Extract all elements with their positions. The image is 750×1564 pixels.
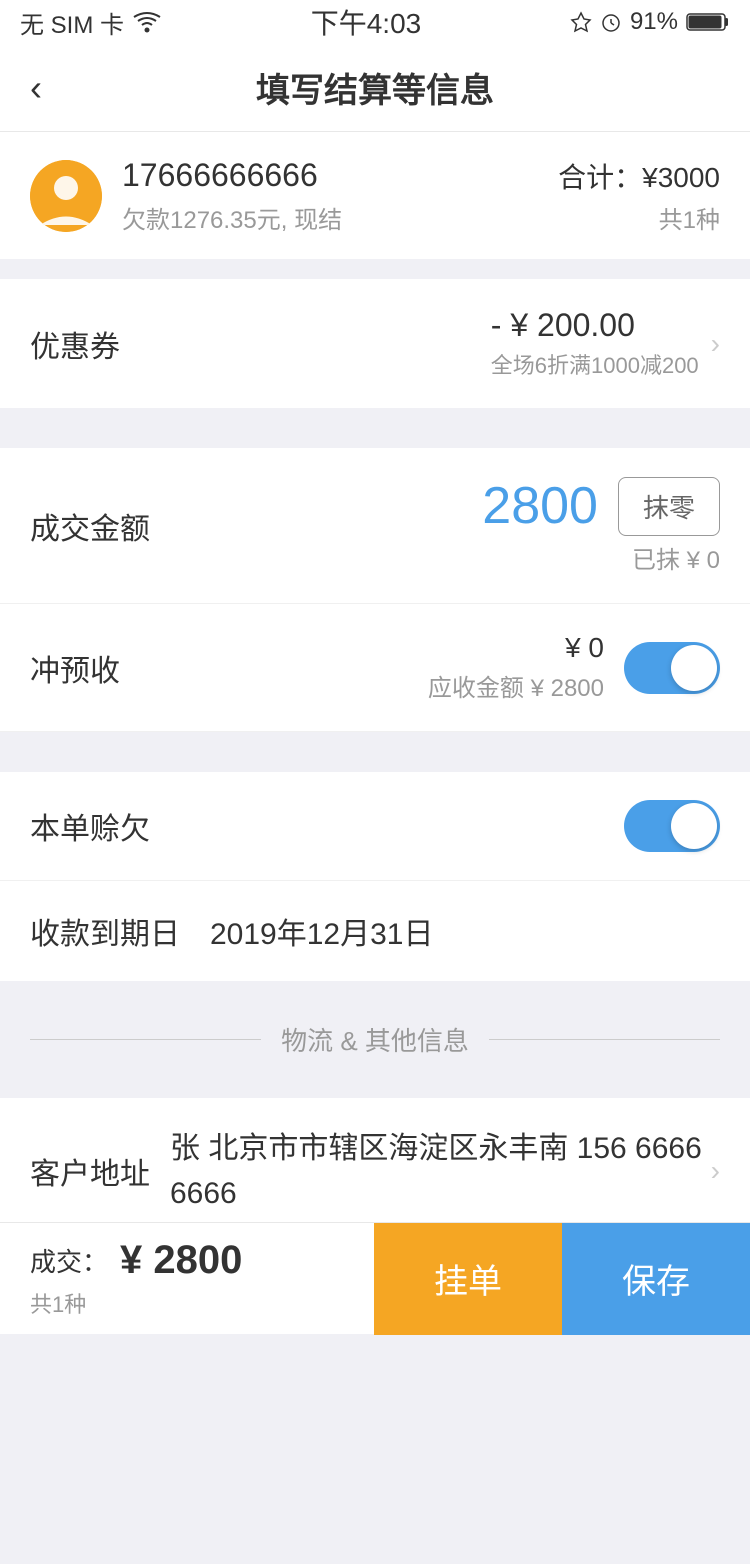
pre-collect-info: ¥ 0 应收金额 ¥ 2800	[428, 632, 604, 703]
coupon-desc: 全场6折满1000减200	[491, 348, 699, 380]
section-divider-3	[0, 981, 750, 1001]
address-value: 张 北京市市辖区海淀区永丰南 156 6666 6666	[170, 1126, 711, 1216]
page-title: 填写结算等信息	[256, 63, 494, 112]
bottom-summary: 成交： ¥ 2800 共1种	[0, 1238, 374, 1319]
content: 17666666666 欠款1276.35元, 现结 合计：¥3000 共1种 …	[0, 132, 750, 1564]
debt-label: 本单赊欠	[30, 804, 150, 848]
debt-toggle[interactable]	[624, 800, 720, 852]
battery-icon	[686, 11, 730, 33]
due-date-label: 收款到期日	[30, 909, 180, 953]
pre-collect-sub: 应收金额 ¥ 2800	[428, 668, 604, 703]
bottom-deal-amount: ¥ 2800	[120, 1238, 242, 1283]
toggle-knob	[671, 645, 717, 691]
address-label: 客户地址	[30, 1149, 150, 1193]
order-count: 共1种	[558, 200, 720, 235]
chevron-right-icon: ›	[711, 328, 720, 360]
coupon-amount: - ¥ 200.00	[491, 307, 699, 344]
customer-debt: 欠款1276.35元, 现结	[122, 200, 342, 235]
section-divider-4	[0, 1078, 750, 1098]
round-button[interactable]: 抹零	[618, 477, 720, 536]
hold-button[interactable]: 挂单	[374, 1223, 562, 1335]
alarm-icon	[600, 11, 622, 33]
divider-line-right	[489, 1039, 720, 1040]
back-button[interactable]: ‹	[30, 67, 42, 109]
deal-amount-section: 成交金额 2800 抹零 已抹 ¥ 0 冲预收 ¥ 0 应收金额 ¥ 2800	[0, 448, 750, 732]
order-total: 合计：¥3000	[558, 156, 720, 196]
section-divider-1	[0, 428, 750, 448]
customer-info: 17666666666 欠款1276.35元, 现结	[122, 157, 342, 235]
coupon-right: - ¥ 200.00 全场6折满1000减200 ›	[491, 307, 720, 380]
pre-collect-label: 冲预收	[30, 646, 120, 690]
status-time: 下午4:03	[311, 2, 422, 42]
debt-toggle-knob	[671, 803, 717, 849]
wifi-icon	[132, 11, 162, 33]
bottom-deal-label: 成交：	[30, 1242, 108, 1279]
pre-collect-right: ¥ 0 应收金额 ¥ 2800	[428, 632, 720, 703]
deal-amount-row: 成交金额 2800 抹零 已抹 ¥ 0	[0, 448, 750, 604]
deal-amount-label: 成交金额	[30, 504, 150, 548]
deal-amount-right: 2800 抹零 已抹 ¥ 0	[482, 476, 720, 575]
divider-line-left	[30, 1039, 261, 1040]
customer-right: 合计：¥3000 共1种	[558, 156, 720, 235]
pre-collect-amount: ¥ 0	[428, 632, 604, 664]
status-bar: 无 SIM 卡 下午4:03 91%	[0, 0, 750, 44]
due-date-row: 收款到期日 2019年12月31日	[0, 881, 750, 981]
pre-collect-toggle[interactable]	[624, 642, 720, 694]
avatar	[30, 160, 102, 232]
customer-phone: 17666666666	[122, 157, 342, 194]
location-icon	[570, 11, 592, 33]
due-date-value: 2019年12月31日	[210, 909, 433, 953]
status-right: 91%	[570, 8, 730, 36]
logistics-text: 物流 & 其他信息	[281, 1021, 469, 1058]
customer-left: 17666666666 欠款1276.35元, 现结	[30, 157, 342, 235]
bottom-count: 共1种	[30, 1287, 344, 1319]
section-divider-2	[0, 752, 750, 772]
customer-card: 17666666666 欠款1276.35元, 现结 合计：¥3000 共1种	[0, 132, 750, 259]
debt-row: 本单赊欠	[0, 772, 750, 881]
deal-amount-sub: 已抹 ¥ 0	[482, 540, 720, 575]
nav-bar: ‹ 填写结算等信息	[0, 44, 750, 132]
coupon-row[interactable]: 优惠券 - ¥ 200.00 全场6折满1000减200 ›	[0, 279, 750, 408]
address-chevron-icon: ›	[711, 1155, 720, 1187]
logistics-divider: 物流 & 其他信息	[0, 1001, 750, 1078]
save-button[interactable]: 保存	[562, 1223, 750, 1335]
pre-collect-row: 冲预收 ¥ 0 应收金额 ¥ 2800	[0, 604, 750, 732]
bottom-deal-row: 成交： ¥ 2800	[30, 1238, 344, 1283]
sim-status: 无 SIM 卡	[20, 5, 124, 40]
coupon-info: - ¥ 200.00 全场6折满1000减200	[491, 307, 699, 380]
status-left: 无 SIM 卡	[20, 5, 162, 40]
battery-percent: 91%	[630, 8, 678, 36]
coupon-label: 优惠券	[30, 322, 120, 366]
deal-amount-value: 2800	[482, 476, 598, 536]
deal-amount-value-row: 2800 抹零	[482, 476, 720, 536]
bottom-bar: 成交： ¥ 2800 共1种 挂单 保存	[0, 1222, 750, 1334]
